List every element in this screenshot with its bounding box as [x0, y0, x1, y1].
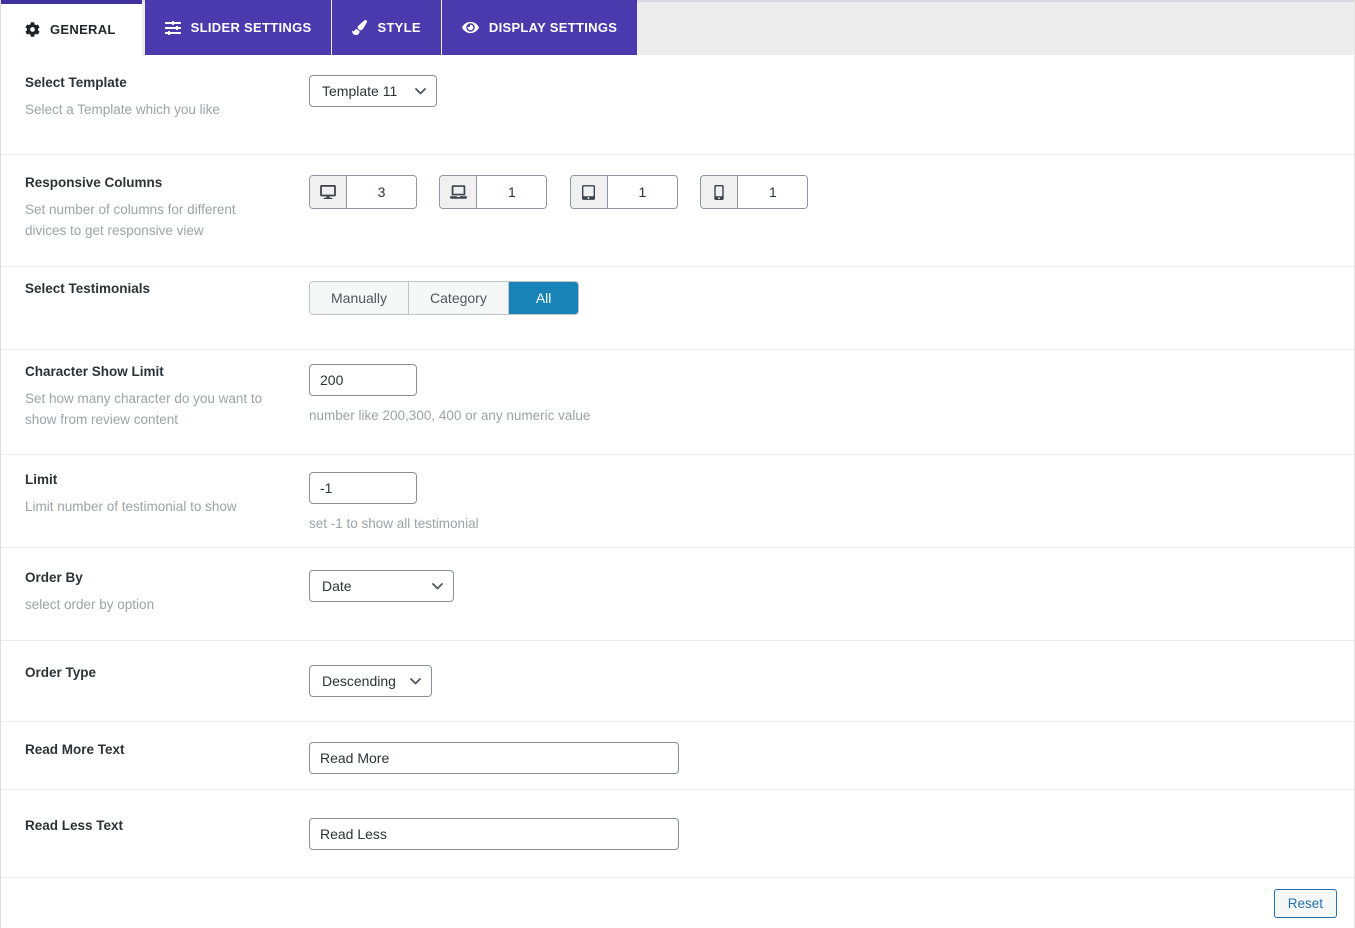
- limit-input[interactable]: [309, 472, 417, 504]
- chevron-down-icon: [410, 677, 421, 685]
- tab-slider-settings[interactable]: SLIDER SETTINGS: [144, 0, 333, 55]
- field-description: select order by option: [25, 597, 155, 612]
- field-label-group: Order By select order by option: [25, 570, 309, 640]
- brush-icon: [352, 20, 368, 35]
- tab-label: GENERAL: [50, 22, 116, 37]
- sliders-icon: [164, 20, 181, 36]
- tab-label: STYLE: [377, 20, 421, 35]
- tab-display-settings[interactable]: DISPLAY SETTINGS: [441, 0, 638, 55]
- desktop-columns-group: [309, 175, 417, 209]
- eye-icon: [461, 20, 479, 35]
- field-label-group: Order Type: [25, 665, 309, 721]
- tablet-columns-input[interactable]: [607, 176, 677, 208]
- field-label-group: Limit Limit number of testimonial to sho…: [25, 472, 309, 547]
- field-description: Limit number of testimonial to show: [25, 499, 237, 514]
- field-label: Select Template: [25, 75, 127, 90]
- segment-all[interactable]: All: [508, 282, 579, 314]
- row-select-testimonials: Select Testimonials Manually Category Al…: [1, 267, 1354, 350]
- row-responsive-columns: Responsive Columns Set number of columns…: [1, 155, 1354, 267]
- settings-tabbar: GENERAL SLIDER SETTINGS STYLE DISPLAY SE…: [1, 0, 1354, 55]
- gear-icon: [25, 22, 40, 37]
- settings-panel: GENERAL SLIDER SETTINGS STYLE DISPLAY SE…: [0, 0, 1355, 928]
- tablet-icon: [570, 176, 608, 208]
- character-limit-input[interactable]: [309, 364, 417, 396]
- selected-order-type-value: Descending: [322, 673, 396, 689]
- field-label: Limit: [25, 472, 58, 487]
- field-label: Responsive Columns: [25, 175, 163, 190]
- desktop-icon: [310, 176, 347, 208]
- mobile-columns-input[interactable]: [738, 176, 808, 208]
- tablet-columns-group: [569, 175, 678, 209]
- reset-button[interactable]: Reset: [1273, 888, 1337, 918]
- row-limit: Limit Limit number of testimonial to sho…: [1, 455, 1354, 548]
- field-label: Read More Text: [25, 742, 125, 757]
- row-order-type: Order Type Descending: [1, 641, 1354, 722]
- tab-style[interactable]: STYLE: [332, 0, 442, 55]
- row-read-less-text: Read Less Text: [1, 790, 1354, 878]
- field-label: Order By: [25, 570, 83, 585]
- read-more-text-input[interactable]: [309, 742, 679, 774]
- field-description: Set how many character do you want to sh…: [25, 391, 263, 427]
- order-type-select[interactable]: Descending: [309, 665, 432, 697]
- chevron-down-icon: [415, 87, 426, 95]
- field-description: Set number of columns for different divi…: [25, 202, 236, 238]
- row-character-show-limit: Character Show Limit Set how many charac…: [1, 350, 1354, 455]
- field-description: Select a Template which you like: [25, 102, 220, 117]
- desktop-columns-input[interactable]: [347, 176, 416, 208]
- selected-template-value: Template 11: [322, 83, 398, 99]
- order-by-select[interactable]: Date: [309, 570, 454, 602]
- mobile-columns-group: [700, 175, 809, 209]
- selected-order-by-value: Date: [322, 578, 352, 594]
- laptop-columns-input[interactable]: [477, 176, 547, 208]
- laptop-columns-group: [439, 175, 548, 209]
- footer: Reset: [1, 878, 1354, 928]
- field-label: Select Testimonials: [25, 281, 151, 296]
- template-select[interactable]: Template 11: [309, 75, 437, 107]
- field-hint: number like 200,300, 400 or any numeric …: [309, 408, 591, 423]
- field-label-group: Read More Text: [25, 742, 309, 789]
- field-label-group: Select Testimonials: [25, 281, 309, 349]
- tab-general[interactable]: GENERAL: [1, 0, 142, 55]
- field-label: Character Show Limit: [25, 364, 164, 379]
- segment-manually[interactable]: Manually: [310, 282, 410, 314]
- tab-label: DISPLAY SETTINGS: [488, 20, 618, 35]
- row-order-by: Order By select order by option Date: [1, 548, 1354, 641]
- field-label-group: Character Show Limit Set how many charac…: [25, 364, 309, 454]
- row-read-more-text: Read More Text: [1, 722, 1354, 790]
- row-select-template: Select Template Select a Template which …: [1, 55, 1354, 155]
- mobile-icon: [701, 176, 739, 208]
- field-label: Read Less Text: [25, 818, 124, 833]
- testimonials-source-segmented-control: Manually Category All: [309, 281, 580, 315]
- field-label-group: Read Less Text: [25, 818, 309, 877]
- field-label-group: Responsive Columns Set number of columns…: [25, 175, 309, 266]
- read-less-text-input[interactable]: [309, 818, 679, 850]
- segment-category[interactable]: Category: [409, 282, 509, 314]
- laptop-icon: [440, 176, 478, 208]
- field-label: Order Type: [25, 665, 97, 680]
- field-label-group: Select Template Select a Template which …: [25, 75, 309, 154]
- tab-label: SLIDER SETTINGS: [190, 20, 312, 35]
- chevron-down-icon: [432, 582, 443, 590]
- field-hint: set -1 to show all testimonial: [309, 516, 479, 531]
